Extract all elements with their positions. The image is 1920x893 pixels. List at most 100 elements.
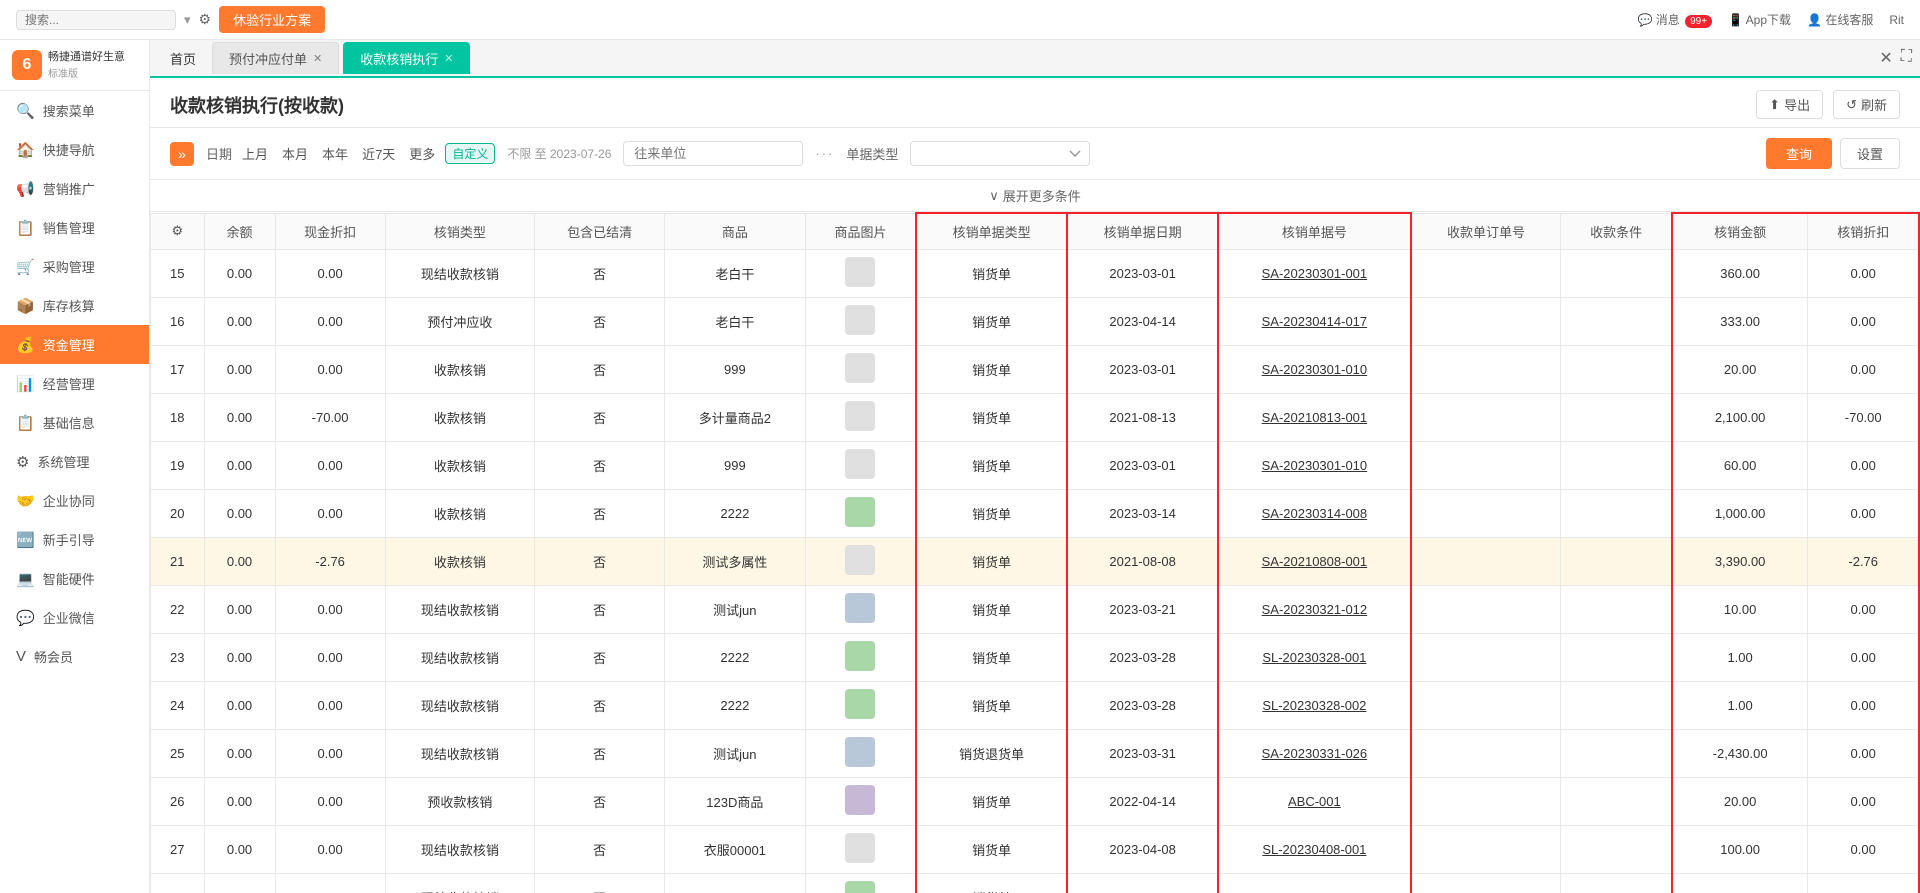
row-verify-bill-no[interactable]: SA-20230301-010	[1218, 346, 1411, 394]
row-cash-discount: 0.00	[275, 826, 385, 874]
row-id: 27	[151, 826, 205, 874]
row-verify-bill-no[interactable]: SA-20230321-012	[1218, 586, 1411, 634]
voucher-type-label: 单据类型	[846, 144, 898, 163]
export-icon: ⬆	[1769, 97, 1780, 113]
message-btn[interactable]: 💬 消息 99+	[1637, 11, 1712, 28]
row-verify-bill-no[interactable]: SA-20230314-008	[1218, 490, 1411, 538]
row-verify-bill-date: 2023-03-21	[1067, 586, 1218, 634]
settings-button[interactable]: 设置	[1840, 138, 1900, 169]
row-cash-discount: 0.00	[275, 586, 385, 634]
tab-prepay-close-icon[interactable]: ✕	[313, 52, 322, 65]
date-more[interactable]: 更多	[405, 142, 439, 165]
sidebar-item-marketing[interactable]: 📢 营销推广	[0, 169, 149, 208]
industry-btn[interactable]: 休验行业方案	[219, 6, 325, 33]
partner-input[interactable]	[623, 141, 803, 166]
sidebar-item-operation[interactable]: 📊 经营管理	[0, 364, 149, 403]
tab-home-label: 首页	[170, 49, 196, 68]
col-verify-amount: 核销金额	[1672, 213, 1808, 250]
row-verify-bill-no[interactable]: SL-20230408-001	[1218, 826, 1411, 874]
sidebar-item-label: 企业微信	[43, 608, 95, 627]
sidebar-item-guide[interactable]: 🆕 新手引导	[0, 520, 149, 559]
row-verify-bill-no[interactable]: SA-20210813-001	[1218, 394, 1411, 442]
tab-prepay[interactable]: 预付冲应付单 ✕	[212, 42, 339, 74]
row-verify-bill-date: 2023-03-31	[1067, 730, 1218, 778]
refresh-button[interactable]: ↺ 刷新	[1833, 90, 1900, 119]
voucher-type-select[interactable]	[910, 141, 1090, 166]
row-verify-bill-no[interactable]: SL-20230328-002	[1218, 682, 1411, 730]
sidebar-item-inventory[interactable]: 📦 库存核算	[0, 286, 149, 325]
dropdown-arrow-icon[interactable]: ▾	[184, 12, 191, 28]
row-include-cleared: 否	[535, 394, 665, 442]
sidebar-item-finance[interactable]: 💰 资金管理	[0, 325, 149, 364]
table-container[interactable]: ⚙ 余额 现金折扣 核销类型 包含已结清 商品 商品图片 核销单据类型 核销单据…	[150, 212, 1920, 893]
export-button[interactable]: ⬆ 导出	[1756, 90, 1823, 119]
row-verify-discount: -70.00	[1808, 394, 1919, 442]
tab-collection-close-icon[interactable]: ✕	[444, 52, 453, 65]
sidebar-item-system[interactable]: ⚙ 系统管理	[0, 442, 149, 481]
row-verify-bill-no[interactable]: SA-20230414-017	[1218, 298, 1411, 346]
filter-dots: ···	[815, 146, 834, 161]
app-download-btn[interactable]: 📱 App下载	[1728, 11, 1791, 28]
row-product: 老白干	[664, 250, 805, 298]
query-button[interactable]: 查询	[1766, 138, 1832, 169]
tab-collection[interactable]: 收款核销执行 ✕	[343, 42, 470, 74]
enterprise-icon: 🤝	[16, 492, 35, 510]
row-verify-bill-no[interactable]: ABC-001	[1218, 778, 1411, 826]
row-balance: 0.00	[204, 586, 275, 634]
row-product: 2222	[664, 874, 805, 893]
date-custom-btn[interactable]: 自定义	[445, 143, 495, 164]
search-input[interactable]	[16, 10, 176, 30]
row-product-img	[805, 634, 916, 682]
row-verify-bill-no[interactable]: SA-20230301-001	[1218, 250, 1411, 298]
row-verify-bill-type: 销货单	[916, 538, 1067, 586]
row-verify-bill-no[interactable]: SL-20230328-001	[1218, 634, 1411, 682]
sidebar-item-base[interactable]: 📋 基础信息	[0, 403, 149, 442]
row-verify-amount: 1.00	[1672, 682, 1808, 730]
date-this-month[interactable]: 本月	[278, 142, 312, 165]
sidebar-item-search[interactable]: 🔍 搜索菜单	[0, 91, 149, 130]
tab-close-all-icon[interactable]: ✕	[1879, 48, 1892, 68]
sidebar-item-wechat[interactable]: 💬 企业微信	[0, 598, 149, 637]
row-id: 15	[151, 250, 205, 298]
date-this-year[interactable]: 本年	[318, 142, 352, 165]
row-id: 21	[151, 538, 205, 586]
row-verify-bill-no[interactable]: SA-20230301-010	[1218, 442, 1411, 490]
marketing-icon: 📢	[16, 180, 35, 198]
row-collection-condition	[1561, 298, 1672, 346]
row-verify-bill-date: 2023-03-01	[1067, 442, 1218, 490]
row-balance: 0.00	[204, 730, 275, 778]
filter-expand-button[interactable]: »	[170, 142, 194, 166]
sidebar-item-hardware[interactable]: 💻 智能硬件	[0, 559, 149, 598]
col-verify-bill-no: 核销单据号	[1218, 213, 1411, 250]
gear-icon[interactable]: ⚙	[199, 11, 212, 28]
tab-home[interactable]: 首页	[158, 43, 208, 74]
row-id: 17	[151, 346, 205, 394]
row-verify-bill-no[interactable]: SL-20230418-001	[1218, 874, 1411, 893]
date-7days[interactable]: 近7天	[358, 142, 399, 165]
sidebar-item-sales[interactable]: 📋 销售管理	[0, 208, 149, 247]
row-balance: 0.00	[204, 682, 275, 730]
logo-text: 畅捷通谱好生意 标准版	[48, 50, 125, 79]
tab-expand-icon[interactable]: ⛶	[1901, 48, 1912, 68]
row-verify-bill-no[interactable]: SA-20230331-026	[1218, 730, 1411, 778]
date-last-month[interactable]: 上月	[238, 142, 272, 165]
online-service-btn[interactable]: 👤 在线客服	[1807, 11, 1873, 28]
sidebar-item-quicknav[interactable]: 🏠 快捷导航	[0, 130, 149, 169]
sidebar-item-enterprise[interactable]: 🤝 企业协同	[0, 481, 149, 520]
expand-more-button[interactable]: ∨ 展开更多条件	[989, 186, 1081, 205]
row-cash-discount: 0.00	[275, 442, 385, 490]
row-include-cleared: 否	[535, 682, 665, 730]
row-product-img	[805, 490, 916, 538]
row-product-img	[805, 826, 916, 874]
layout: 6 畅捷通谱好生意 标准版 🔍 搜索菜单 🏠 快捷导航 📢 营销推广 📋 销售管…	[0, 40, 1920, 893]
chevron-down-icon: ∨	[989, 188, 999, 204]
sidebar-item-vip[interactable]: V 畅会员	[0, 637, 149, 676]
col-gear[interactable]: ⚙	[151, 213, 205, 250]
row-verify-bill-no[interactable]: SA-20210808-001	[1218, 538, 1411, 586]
row-collection-condition	[1561, 442, 1672, 490]
page-title: 收款核销执行(按收款)	[170, 92, 344, 118]
row-verify-amount: 100.00	[1672, 874, 1808, 893]
filter-date-group: 日期 上月 本月 本年 近7天 更多 自定义	[206, 142, 495, 165]
row-include-cleared: 否	[535, 490, 665, 538]
sidebar-item-purchase[interactable]: 🛒 采购管理	[0, 247, 149, 286]
